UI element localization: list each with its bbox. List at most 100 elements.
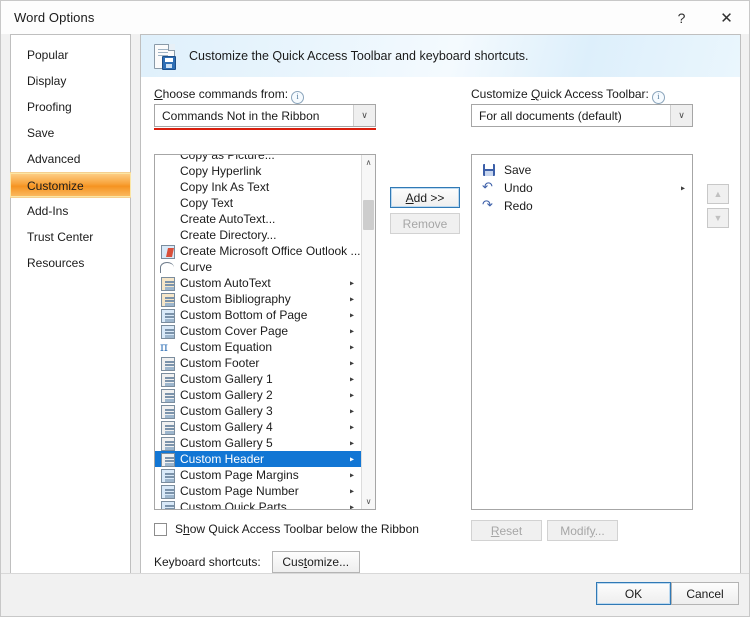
footer-icon <box>159 356 175 371</box>
choose-commands-dropdown[interactable]: Commands Not in the Ribbon ∨ <box>154 104 376 127</box>
show-below-ribbon-row[interactable]: Show Quick Access Toolbar below the Ribb… <box>154 522 419 536</box>
cancel-button[interactable]: Cancel <box>671 582 739 605</box>
command-row-selected[interactable]: Custom Header ▸ <box>155 451 361 467</box>
command-row[interactable]: Create Microsoft Office Outlook ... <box>155 243 361 259</box>
choose-commands-label-wrap: Choose commands from: i <box>154 87 305 104</box>
command-row[interactable]: Custom Bottom of Page ▸ <box>155 307 361 323</box>
command-row[interactable]: π Custom Equation ▸ <box>155 339 361 355</box>
command-row[interactable]: Copy Ink As Text <box>155 179 361 195</box>
command-row[interactable]: Curve <box>155 259 361 275</box>
close-icon[interactable]: ✕ <box>704 1 749 34</box>
command-label: Custom Bottom of Page <box>180 308 308 322</box>
command-row[interactable]: Create Directory... <box>155 227 361 243</box>
qat-row[interactable]: ↷ Redo <box>472 197 692 215</box>
sidebar-item-label: Add-Ins <box>27 204 69 218</box>
sidebar-item-label: Customize <box>27 179 84 193</box>
window-buttons: ? ✕ <box>659 1 749 34</box>
command-row[interactable]: Copy as Picture... <box>155 154 361 163</box>
submenu-arrow-icon: ▸ <box>349 294 354 304</box>
move-up-button: ▲ <box>707 184 729 204</box>
sidebar-item-resources[interactable]: Resources <box>11 250 130 276</box>
gallery-icon <box>159 372 175 387</box>
sidebar-item-add-ins[interactable]: Add-Ins <box>11 198 130 224</box>
submenu-arrow-icon: ▸ <box>349 278 354 288</box>
command-row[interactable]: Custom Gallery 2 ▸ <box>155 387 361 403</box>
commands-list-items: Copy as Picture... Copy Hyperlink Copy Ink… <box>155 154 361 510</box>
chevron-down-icon-2[interactable]: ∨ <box>670 105 692 126</box>
command-row[interactable]: Custom Gallery 4 ▸ <box>155 419 361 435</box>
command-row[interactable]: Custom Gallery 3 ▸ <box>155 403 361 419</box>
sidebar-item-save[interactable]: Save <box>11 120 130 146</box>
cancel-button-label: Cancel <box>686 586 724 601</box>
command-row[interactable]: Custom Page Margins ▸ <box>155 467 361 483</box>
qat-listbox[interactable]: Save ↶ Undo ▸ ↷ Redo <box>471 154 693 510</box>
curve-icon <box>159 260 175 274</box>
command-row[interactable]: Copy Hyperlink <box>155 163 361 179</box>
sidebar-item-label: Save <box>27 126 55 140</box>
quick-parts-icon <box>159 500 175 509</box>
command-row[interactable]: Custom Bibliography ▸ <box>155 291 361 307</box>
show-below-ribbon-checkbox[interactable] <box>154 522 167 536</box>
command-row[interactable]: Custom Page Number ▸ <box>155 483 361 499</box>
command-label: Custom Page Margins <box>180 468 299 482</box>
command-row[interactable]: Copy Text <box>155 195 361 211</box>
qat-row[interactable]: ↶ Undo ▸ <box>472 179 692 197</box>
customize-qat-info-icon[interactable]: i <box>651 91 665 104</box>
command-row[interactable]: Custom Gallery 1 ▸ <box>155 371 361 387</box>
no-icon <box>159 164 175 178</box>
command-row[interactable]: Custom Cover Page ▸ <box>155 323 361 339</box>
no-icon <box>159 228 175 242</box>
customize-qat-label-wrap: Customize Quick Access Toolbar: i <box>471 87 665 104</box>
no-icon <box>159 180 175 194</box>
command-label: Custom Gallery 4 <box>180 420 273 434</box>
command-label: Create Microsoft Office Outlook ... <box>180 244 361 258</box>
commands-listbox[interactable]: Copy as Picture... Copy Hyperlink Copy Ink… <box>154 154 376 510</box>
keyboard-customize-button[interactable]: Customize... <box>271 551 360 573</box>
customize-qat-dropdown[interactable]: For all documents (default) ∨ <box>471 104 693 127</box>
submenu-arrow-icon: ▸ <box>349 470 354 480</box>
command-row[interactable]: Custom Quick Parts ▸ <box>155 499 361 510</box>
window-title: Word Options <box>14 10 95 25</box>
modify-button: Modify... <box>547 520 618 541</box>
sidebar-item-advanced[interactable]: Advanced <box>11 146 130 172</box>
scrollbar-thumb[interactable] <box>363 200 374 230</box>
command-label: Copy as Picture... <box>180 154 275 162</box>
remove-button-label: Remove <box>402 216 448 231</box>
submenu-arrow-icon: ▸ <box>349 502 354 510</box>
outlook-icon <box>159 244 175 259</box>
reset-button-label: Reset <box>490 523 523 538</box>
qat-row[interactable]: Save <box>472 161 692 179</box>
sidebar-item-popular[interactable]: Popular <box>11 42 130 68</box>
panel-banner-title: Customize the Quick Access Toolbar and k… <box>189 49 529 63</box>
qat-label: Undo <box>504 181 533 195</box>
sidebar-item-trust-center[interactable]: Trust Center <box>11 224 130 250</box>
add-button[interactable]: Add >> <box>390 187 460 208</box>
gallery-icon <box>159 404 175 419</box>
dialog-body: Popular Display Proofing Save Advanced Custom… <box>1 34 749 575</box>
help-icon[interactable]: ? <box>659 1 704 34</box>
qat-list-items: Save ↶ Undo ▸ ↷ Redo <box>472 161 692 215</box>
word-options-dialog: Word Options ? ✕ Popular Display Proofing S… <box>0 0 750 617</box>
dialog-footer: OK Cancel <box>1 573 749 616</box>
scroll-down-icon[interactable]: ∨ <box>362 494 375 509</box>
command-row[interactable]: Custom Footer ▸ <box>155 355 361 371</box>
ok-button[interactable]: OK <box>596 582 671 605</box>
choose-commands-info-icon[interactable]: i <box>291 91 305 104</box>
margins-icon <box>159 468 175 483</box>
command-row[interactable]: Custom AutoText ▸ <box>155 275 361 291</box>
no-icon <box>159 212 175 226</box>
sidebar-item-display[interactable]: Display <box>11 68 130 94</box>
sidebar-item-proofing[interactable]: Proofing <box>11 94 130 120</box>
commands-scrollbar[interactable]: ∧ ∨ <box>361 155 375 509</box>
scroll-up-icon[interactable]: ∧ <box>362 155 375 170</box>
gallery-icon <box>159 420 175 435</box>
command-row[interactable]: Custom Gallery 5 ▸ <box>155 435 361 451</box>
command-label: Custom Gallery 2 <box>180 388 273 402</box>
page-number-icon <box>159 484 175 499</box>
ok-button-label: OK <box>624 586 643 601</box>
sidebar-item-customize[interactable]: Customize <box>10 172 131 198</box>
chevron-down-icon[interactable]: ∨ <box>353 105 375 126</box>
gallery-icon <box>159 436 175 451</box>
keyboard-shortcuts-label: Keyboard shortcuts: <box>154 555 261 569</box>
command-row[interactable]: Create AutoText... <box>155 211 361 227</box>
